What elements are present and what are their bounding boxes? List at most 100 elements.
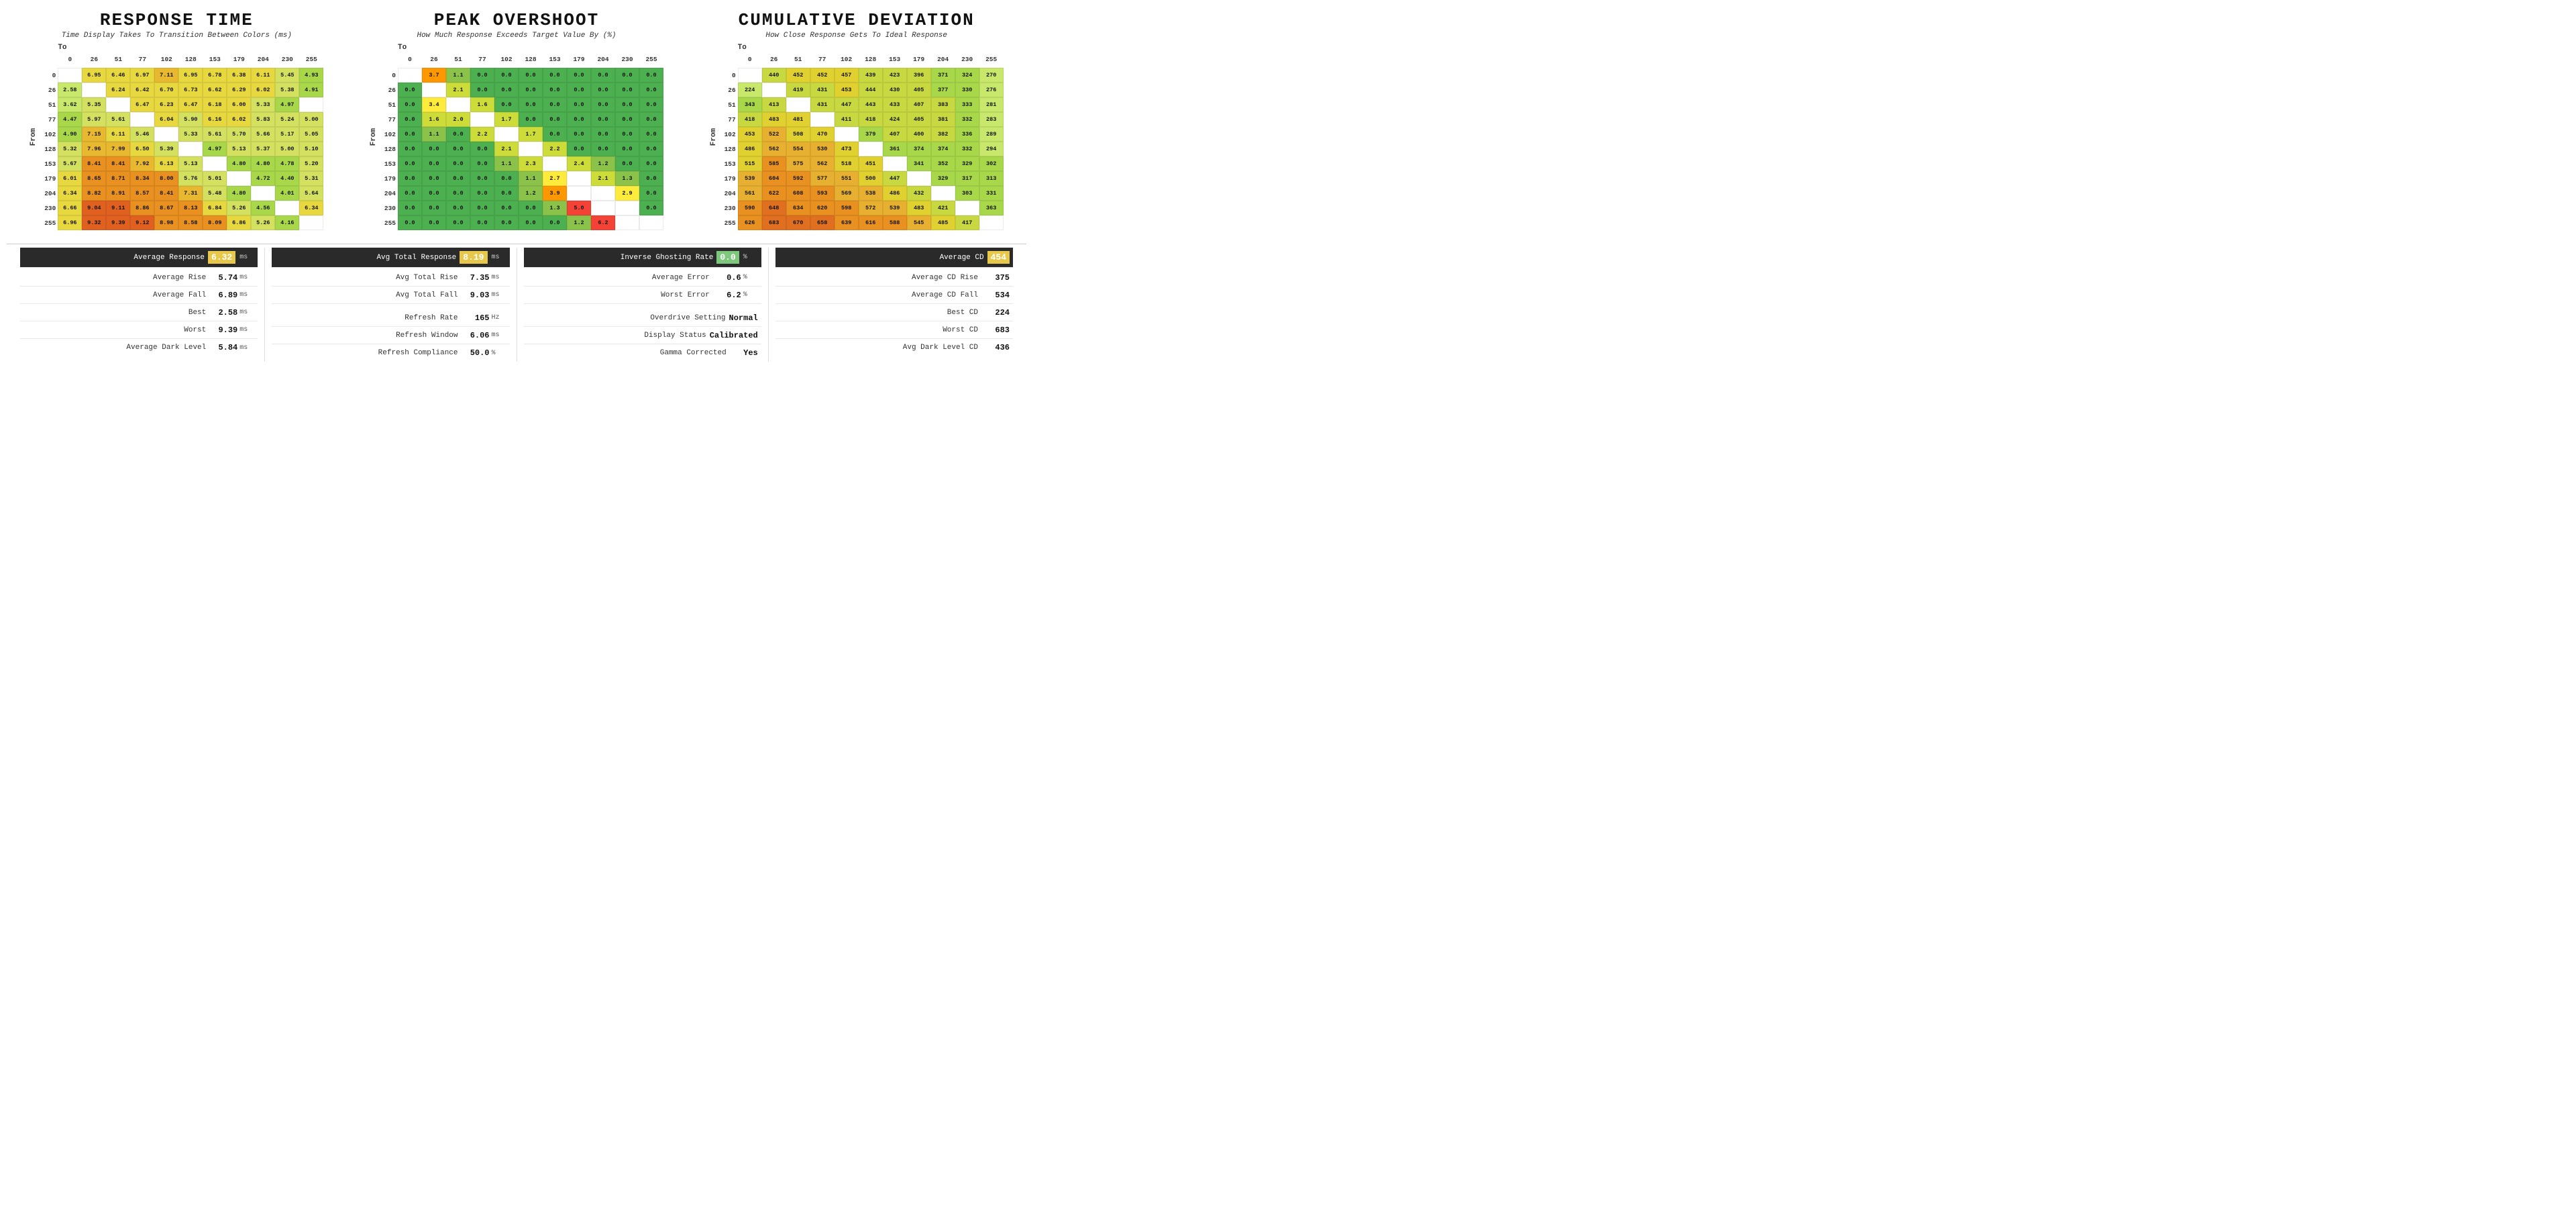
matrix-cell: 381 (931, 112, 955, 127)
col-header: 0 (738, 53, 762, 65)
matrix-cell: 670 (786, 215, 810, 230)
matrix-cell: 608 (786, 186, 810, 201)
stat-label: Average Fall (23, 291, 209, 299)
stat-data-row: Refresh Compliance50.0% (272, 344, 509, 362)
stat-data-row: Worst Error6.2% (524, 287, 761, 304)
matrix-cell: 5.00 (275, 142, 299, 156)
matrix-cell: 0.0 (567, 142, 591, 156)
matrix-cell: 289 (979, 127, 1004, 142)
matrix-cell (494, 127, 519, 142)
row-header: 153 (719, 156, 738, 171)
matrix-cell: 1.2 (519, 186, 543, 201)
matrix-cell: 0.0 (494, 171, 519, 186)
col-header: 77 (130, 53, 154, 65)
col-header-row: 0265177102128153179204230255 (719, 53, 1004, 68)
matrix-cell: 5.76 (178, 171, 203, 186)
matrix-cell: 5.39 (154, 142, 178, 156)
matrix-cell: 411 (835, 112, 859, 127)
matrix-cell: 332 (955, 142, 979, 156)
matrix-cell: 1.7 (519, 127, 543, 142)
matrix-cell: 0.0 (470, 142, 494, 156)
col-header: 77 (470, 53, 494, 65)
matrix-cell: 382 (931, 127, 955, 142)
matrix-cell: 313 (979, 171, 1004, 186)
matrix-cell: 577 (810, 171, 835, 186)
matrix-cell: 539 (738, 171, 762, 186)
matrix-cell: 0.0 (615, 156, 639, 171)
stat-header-value: 454 (987, 251, 1010, 264)
matrix-cell: 0.0 (446, 156, 470, 171)
matrix-cell: 554 (786, 142, 810, 156)
matrix-cell: 0.0 (639, 97, 663, 112)
matrix-cell: 329 (955, 156, 979, 171)
matrix-cell: 569 (835, 186, 859, 201)
matrix-cell: 2.2 (543, 142, 567, 156)
matrix-data-row: 179539604592577551500447329317313 (719, 171, 1004, 186)
row-header: 0 (39, 68, 58, 83)
matrix-cell: 5.13 (227, 142, 251, 156)
stat-data-row: Overdrive SettingNormal (524, 309, 761, 327)
title-response-time: RESPONSE TIME (100, 10, 254, 30)
matrix-cell: 634 (786, 201, 810, 215)
matrix-data-row: 1790.00.00.00.00.01.12.72.11.30.0 (379, 171, 663, 186)
matrix-cell: 8.57 (130, 186, 154, 201)
col-header: 230 (275, 53, 299, 65)
matrix-cell: 0.0 (446, 142, 470, 156)
matrix-cell: 0.0 (639, 83, 663, 97)
matrix-data-row: 1796.018.658.718.348.005.765.014.724.405… (39, 171, 323, 186)
matrix-cell: 0.0 (470, 83, 494, 97)
matrix-cell: 7.99 (106, 142, 130, 156)
stat-data-row: Average Rise5.74ms (20, 269, 258, 287)
title-peak-overshoot: PEAK OVERSHOOT (434, 10, 599, 30)
stat-label: Refresh Compliance (275, 349, 461, 357)
matrix-cell: 6.38 (227, 68, 251, 83)
matrix-cell: 6.97 (130, 68, 154, 83)
matrix-cell: 0.0 (615, 83, 639, 97)
matrix-cell: 294 (979, 142, 1004, 156)
matrix-cell: 6.95 (178, 68, 203, 83)
matrix-cell: 0.0 (398, 171, 422, 186)
matrix-cell: 522 (762, 127, 786, 142)
row-header: 26 (719, 83, 738, 97)
matrix-cell: 0.0 (519, 68, 543, 83)
matrix-cell: 486 (738, 142, 762, 156)
matrix-cell: 405 (907, 112, 931, 127)
matrix-data-row: 153515585575562518451341352329302 (719, 156, 1004, 171)
matrix-cell: 317 (955, 171, 979, 186)
col-header: 102 (494, 53, 519, 65)
col-header: 255 (299, 53, 323, 65)
matrix-cell: 0.0 (519, 97, 543, 112)
stats-peak-overshoot: Avg Total Response8.19msAvg Total Rise7.… (265, 248, 517, 362)
matrix-cell: 5.32 (58, 142, 82, 156)
matrix-cell: 8.00 (154, 171, 178, 186)
matrix-cell: 331 (979, 186, 1004, 201)
col-header: 102 (835, 53, 859, 65)
stat-value: 9.39 (209, 325, 237, 335)
corner-cell (39, 53, 58, 68)
stat-value: 375 (981, 273, 1010, 283)
matrix-cell: 383 (931, 97, 955, 112)
col-header: 179 (907, 53, 931, 65)
matrix-cell: 0.0 (422, 171, 446, 186)
matrix-cell: 538 (859, 186, 883, 201)
matrix-cell: 341 (907, 156, 931, 171)
matrix-cell: 0.0 (639, 186, 663, 201)
matrix-cell: 2.58 (58, 83, 82, 97)
matrix-cell: 9.32 (82, 215, 106, 230)
matrix-cell: 5.61 (106, 112, 130, 127)
matrix-cell: 8.86 (130, 201, 154, 215)
stat-label: Average Rise (23, 274, 209, 282)
matrix-cell: 6.42 (130, 83, 154, 97)
row-header: 128 (719, 142, 738, 156)
stat-data-row: Refresh Rate165Hz (272, 309, 509, 327)
matrix-cell: 0.0 (567, 68, 591, 83)
matrix-cell: 0.0 (494, 201, 519, 215)
matrix-data-row: 1024.907.156.115.465.335.615.705.665.175… (39, 127, 323, 142)
stat-header-label: Average CD (779, 254, 987, 262)
matrix-cell: 2.2 (470, 127, 494, 142)
matrix-cell: 8.82 (82, 186, 106, 201)
stats-inverse-ghosting: Inverse Ghosting Rate0.0%Average Error0.… (517, 248, 769, 362)
matrix-data-row: 513.625.356.476.236.476.186.005.334.97 (39, 97, 323, 112)
matrix-cell: 8.71 (106, 171, 130, 186)
matrix-cell: 8.41 (154, 186, 178, 201)
